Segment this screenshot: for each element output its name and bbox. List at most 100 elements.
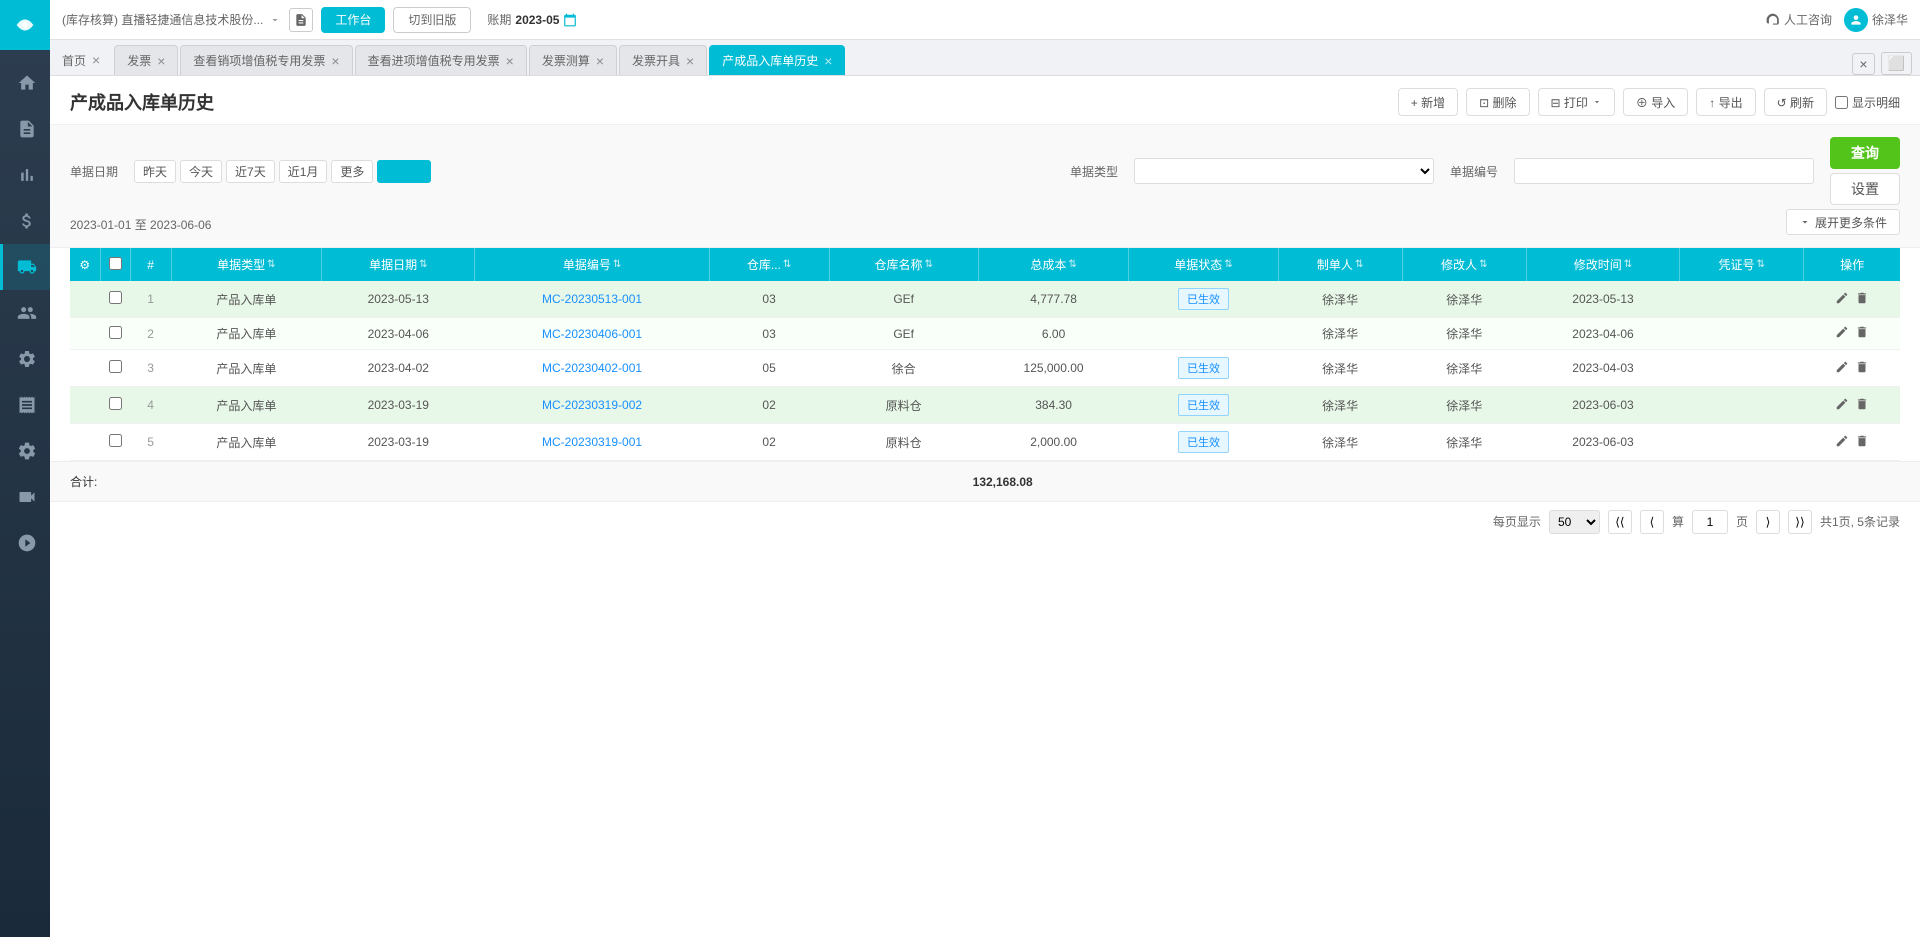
expand-conditions-btn[interactable]: 展开更多条件 bbox=[1786, 209, 1900, 235]
delete-button[interactable]: ⊡ 删除 bbox=[1466, 88, 1529, 116]
edit-action-icon[interactable] bbox=[1835, 325, 1849, 342]
display-switch[interactable]: 显示明细 bbox=[1835, 94, 1900, 111]
cell-checkbox[interactable] bbox=[100, 387, 130, 424]
col-date[interactable]: 单据日期⇅ bbox=[322, 248, 475, 281]
cell-number[interactable]: MC-20230513-001 bbox=[475, 281, 709, 318]
col-warehouse-name[interactable]: 仓库名称⇅ bbox=[829, 248, 978, 281]
sidebar-item-chart[interactable] bbox=[0, 152, 50, 198]
edit-action-icon[interactable] bbox=[1835, 360, 1849, 377]
col-creator[interactable]: 制单人⇅ bbox=[1278, 248, 1402, 281]
cell-checkbox[interactable] bbox=[100, 350, 130, 387]
next-page-btn[interactable]: ⟩ bbox=[1756, 510, 1780, 534]
user-menu[interactable]: 徐泽华 bbox=[1844, 8, 1908, 32]
sidebar-item-vlogo[interactable] bbox=[0, 520, 50, 566]
table-row[interactable]: 1 产品入库单 2023-05-13 MC-20230513-001 03 GE… bbox=[70, 281, 1900, 318]
page-number-input[interactable] bbox=[1692, 510, 1728, 534]
tab-vat-purchase[interactable]: 查看进项增值税专用发票 × bbox=[355, 45, 527, 75]
tab-invoice[interactable]: 发票 × bbox=[114, 45, 178, 75]
last7days-btn[interactable]: 近7天 bbox=[226, 160, 275, 183]
print-button[interactable]: ⊟ 打印 bbox=[1538, 88, 1615, 116]
col-warehouse-code[interactable]: 仓库...⇅ bbox=[709, 248, 829, 281]
calendar-icon[interactable] bbox=[563, 13, 577, 27]
cell-number[interactable]: MC-20230319-002 bbox=[475, 387, 709, 424]
delete-action-icon[interactable] bbox=[1855, 325, 1869, 342]
help-label[interactable]: 人工咨询 bbox=[1766, 11, 1832, 28]
row-checkbox[interactable] bbox=[109, 434, 122, 447]
tab-product-history[interactable]: 产成品入库单历史 × bbox=[709, 45, 845, 75]
number-filter-input[interactable] bbox=[1514, 158, 1814, 184]
row-checkbox[interactable] bbox=[109, 291, 122, 304]
cell-checkbox[interactable] bbox=[100, 318, 130, 350]
col-number[interactable]: 单据编号⇅ bbox=[475, 248, 709, 281]
col-status[interactable]: 单据状态⇅ bbox=[1129, 248, 1278, 281]
new-button[interactable]: + 新增 bbox=[1398, 88, 1458, 116]
tab-expand-btn[interactable]: ⬜ bbox=[1881, 52, 1912, 75]
first-page-btn[interactable]: ⟨⟨ bbox=[1608, 510, 1632, 534]
type-filter-select[interactable] bbox=[1134, 158, 1434, 184]
switch-old-button[interactable]: 切到旧版 bbox=[393, 7, 471, 33]
tab-calc[interactable]: 发票测算 × bbox=[529, 45, 617, 75]
col-modifier[interactable]: 修改人⇅ bbox=[1402, 248, 1526, 281]
sidebar-item-home[interactable] bbox=[0, 60, 50, 106]
sidebar-item-finance[interactable] bbox=[0, 198, 50, 244]
tab-invoice-open-close[interactable]: × bbox=[686, 54, 694, 68]
col-settings[interactable]: ⚙ bbox=[70, 248, 100, 281]
doc-icon-btn[interactable] bbox=[289, 8, 313, 32]
table-row[interactable]: 5 产品入库单 2023-03-19 MC-20230319-001 02 原料… bbox=[70, 424, 1900, 461]
import-button[interactable]: ⊕ 导入 bbox=[1623, 88, 1688, 116]
cell-number[interactable]: MC-20230406-001 bbox=[475, 318, 709, 350]
tab-product-history-close[interactable]: × bbox=[824, 54, 832, 68]
col-total-cost[interactable]: 总成本⇅ bbox=[978, 248, 1129, 281]
tab-vat-purchase-close[interactable]: × bbox=[506, 54, 514, 68]
app-logo[interactable] bbox=[0, 0, 50, 50]
display-checkbox[interactable] bbox=[1835, 96, 1848, 109]
edit-action-icon[interactable] bbox=[1835, 291, 1849, 308]
workbench-button[interactable]: 工作台 bbox=[321, 7, 385, 33]
row-checkbox[interactable] bbox=[109, 397, 122, 410]
select-all-checkbox[interactable] bbox=[109, 257, 122, 270]
delete-action-icon[interactable] bbox=[1855, 397, 1869, 414]
delete-action-icon[interactable] bbox=[1855, 291, 1869, 308]
cell-number[interactable]: MC-20230402-001 bbox=[475, 350, 709, 387]
cell-checkbox[interactable] bbox=[100, 424, 130, 461]
col-voucher[interactable]: 凭证号⇅ bbox=[1680, 248, 1804, 281]
table-row[interactable]: 4 产品入库单 2023-03-19 MC-20230319-002 02 原料… bbox=[70, 387, 1900, 424]
sidebar-item-gear[interactable] bbox=[0, 428, 50, 474]
custom-date-btn[interactable]: 自定义 bbox=[377, 160, 431, 183]
sidebar-item-warehouse[interactable] bbox=[0, 244, 50, 290]
table-row[interactable]: 3 产品入库单 2023-04-02 MC-20230402-001 05 徐合… bbox=[70, 350, 1900, 387]
sidebar-item-document[interactable] bbox=[0, 106, 50, 152]
more-date-btn[interactable]: 更多 bbox=[331, 160, 373, 183]
sidebar-item-settings2[interactable] bbox=[0, 336, 50, 382]
tab-vat-sales-close[interactable]: × bbox=[331, 54, 339, 68]
per-page-select[interactable]: 50 100 200 bbox=[1549, 510, 1600, 534]
cell-checkbox[interactable] bbox=[100, 281, 130, 318]
sidebar-item-receipt[interactable] bbox=[0, 382, 50, 428]
sidebar-item-video[interactable] bbox=[0, 474, 50, 520]
tab-home[interactable]: 首页 × bbox=[50, 45, 112, 75]
tab-invoice-close[interactable]: × bbox=[157, 54, 165, 68]
refresh-button[interactable]: ↺ 刷新 bbox=[1764, 88, 1827, 116]
row-checkbox[interactable] bbox=[109, 360, 122, 373]
col-type[interactable]: 单据类型⇅ bbox=[171, 248, 321, 281]
last-page-btn[interactable]: ⟩⟩ bbox=[1788, 510, 1812, 534]
edit-action-icon[interactable] bbox=[1835, 434, 1849, 451]
col-modify-time[interactable]: 修改时间⇅ bbox=[1526, 248, 1679, 281]
delete-action-icon[interactable] bbox=[1855, 434, 1869, 451]
last1month-btn[interactable]: 近1月 bbox=[279, 160, 328, 183]
sidebar-item-people[interactable] bbox=[0, 290, 50, 336]
tab-close-all-btn[interactable]: × bbox=[1852, 53, 1874, 75]
edit-action-icon[interactable] bbox=[1835, 397, 1849, 414]
export-button[interactable]: ↑ 导出 bbox=[1696, 88, 1755, 116]
tab-calc-close[interactable]: × bbox=[596, 54, 604, 68]
col-checkbox[interactable] bbox=[100, 248, 130, 281]
query-button[interactable]: 查询 bbox=[1830, 137, 1900, 169]
prev-page-btn[interactable]: ⟨ bbox=[1640, 510, 1664, 534]
tab-home-close[interactable]: × bbox=[92, 53, 100, 67]
row-checkbox[interactable] bbox=[109, 326, 122, 339]
table-row[interactable]: 2 产品入库单 2023-04-06 MC-20230406-001 03 GE… bbox=[70, 318, 1900, 350]
set-button[interactable]: 设置 bbox=[1830, 173, 1900, 205]
cell-number[interactable]: MC-20230319-001 bbox=[475, 424, 709, 461]
tab-vat-sales[interactable]: 查看销项增值税专用发票 × bbox=[180, 45, 352, 75]
delete-action-icon[interactable] bbox=[1855, 360, 1869, 377]
